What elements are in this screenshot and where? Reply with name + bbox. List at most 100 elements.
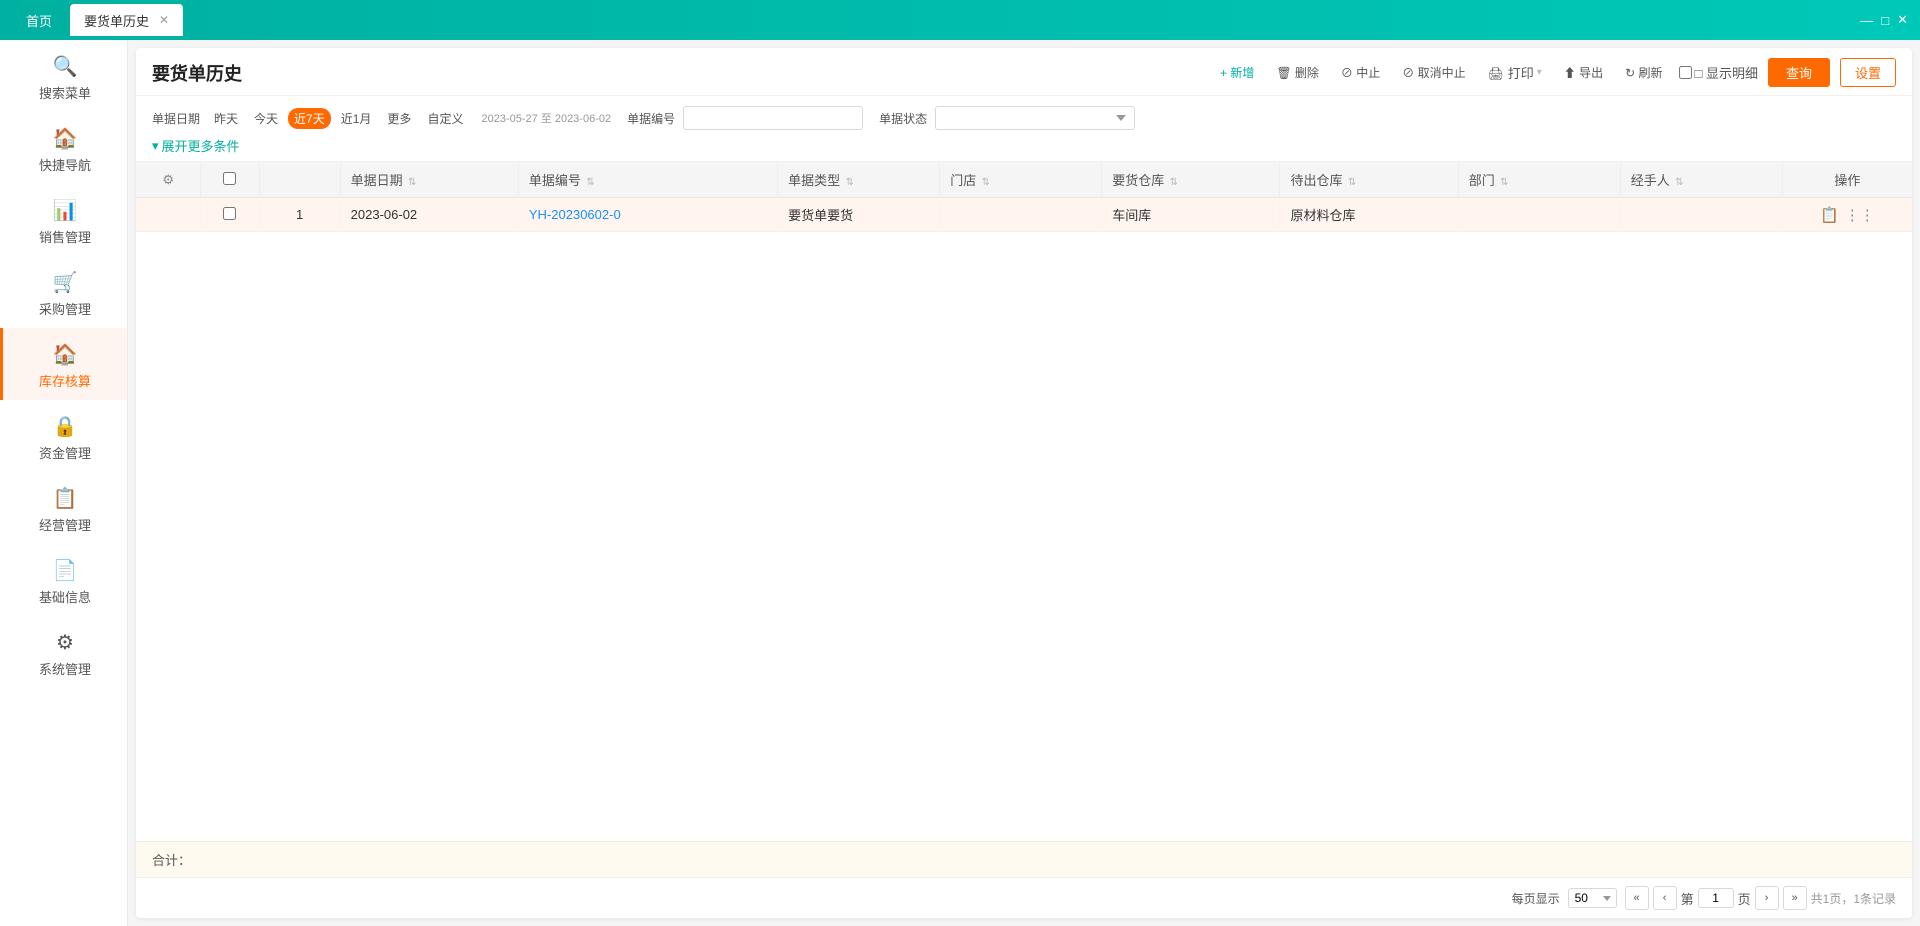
- doc-status-select[interactable]: [935, 106, 1135, 130]
- refresh-button[interactable]: ↻ 刷新: [1619, 60, 1668, 85]
- row-checkbox[interactable]: [223, 207, 236, 220]
- query-button[interactable]: 查询: [1768, 58, 1830, 87]
- tab-requisition-history[interactable]: 要货单历史 ✕: [70, 4, 183, 36]
- doc-status-filter-group: 单据状态: [879, 106, 1135, 130]
- date-yesterday-btn[interactable]: 昨天: [208, 108, 244, 129]
- store-col-label: 门店: [950, 173, 976, 188]
- print-button[interactable]: 🖨 打印 ▾: [1482, 59, 1548, 86]
- sidebar-item-finance-mgmt[interactable]: 🔒 资金管理: [0, 400, 127, 472]
- check-col-header: [201, 162, 259, 198]
- settings-button[interactable]: 设置: [1840, 58, 1896, 87]
- row-edit-icon[interactable]: 📋: [1820, 206, 1839, 224]
- date-custom-btn[interactable]: 自定义: [421, 108, 469, 129]
- delete-button[interactable]: 🗑 删除: [1270, 60, 1325, 85]
- sidebar-item-purchase-mgmt[interactable]: 🛒 采购管理: [0, 256, 127, 328]
- page-nav: « ‹ 第 页 › » 共1页，1条记录: [1625, 886, 1896, 910]
- tab-requisition-history-label: 要货单历史: [84, 11, 149, 30]
- sidebar-item-basic-info[interactable]: 📄 基础信息: [0, 544, 127, 616]
- row-handler-cell: [1620, 198, 1782, 232]
- row-dept-cell: [1458, 198, 1620, 232]
- sidebar-item-inventory[interactable]: 🏠 库存核算: [0, 328, 127, 400]
- first-page-button[interactable]: «: [1625, 886, 1649, 910]
- row-num-cell: 1: [259, 198, 340, 232]
- page-label: 页: [1738, 889, 1751, 908]
- date-today-btn[interactable]: 今天: [248, 108, 284, 129]
- store-sort-icon[interactable]: ⇅: [982, 177, 990, 188]
- search-menu-icon: 🔍: [53, 54, 78, 79]
- doc-number-input[interactable]: [683, 106, 863, 130]
- row-req-wh: 车间库: [1112, 208, 1151, 223]
- cancel-stop-button[interactable]: ⊘ 取消中止: [1396, 60, 1471, 85]
- handler-col-label: 经手人: [1631, 173, 1670, 188]
- req-wh-sort-icon[interactable]: ⇅: [1170, 177, 1178, 188]
- row-code-link[interactable]: YH-20230602-0: [529, 207, 621, 222]
- req-wh-col-header: 要货仓库 ⇅: [1102, 162, 1280, 198]
- doc-number-label: 单据编号: [627, 110, 675, 127]
- new-button[interactable]: + 新增: [1214, 60, 1260, 85]
- store-col-header: 门店 ⇅: [940, 162, 1102, 198]
- sidebar-item-operations-mgmt[interactable]: 📋 经营管理: [0, 472, 127, 544]
- page-size-select[interactable]: 20 50 100 200: [1568, 888, 1617, 908]
- code-col-header: 单据编号 ⇅: [518, 162, 777, 198]
- date-more-btn[interactable]: 更多: [381, 108, 417, 129]
- footer-summary: 合计：: [136, 841, 1912, 877]
- go-to-label: 第: [1681, 889, 1694, 908]
- row-wait-wh: 原材料仓库: [1290, 208, 1355, 223]
- page-title: 要货单历史: [152, 60, 242, 86]
- minimize-icon[interactable]: —: [1860, 13, 1873, 28]
- dept-sort-icon[interactable]: ⇅: [1500, 177, 1508, 188]
- last-page-button[interactable]: »: [1783, 886, 1807, 910]
- stop-button[interactable]: ⊘ 中止: [1335, 60, 1386, 85]
- system-mgmt-icon: ⚙: [56, 630, 74, 655]
- table-settings-icon[interactable]: ⚙: [162, 172, 174, 187]
- op-col-header: 操作: [1782, 162, 1912, 198]
- sidebar: 🔍 搜索菜单 🏠 快捷导航 📊 销售管理 🛒 采购管理 🏠 库存核算 🔒 资金管…: [0, 40, 128, 926]
- show-detail-button[interactable]: □ 显示明细: [1679, 63, 1758, 82]
- num-col-header: [259, 162, 340, 198]
- row-wait-wh-cell: 原材料仓库: [1280, 198, 1458, 232]
- basic-info-icon: 📄: [53, 558, 78, 583]
- page-header: 要货单历史 + 新增 🗑 删除 ⊘ 中止 ⊘ 取消中止 🖨 打印 ▾ ⬆ 导出 …: [136, 48, 1912, 96]
- sidebar-item-finance-mgmt-label: 资金管理: [39, 443, 91, 462]
- row-code-cell: YH-20230602-0: [518, 198, 777, 232]
- wait-wh-col-label: 待出仓库: [1290, 173, 1342, 188]
- sidebar-item-search-menu-label: 搜索菜单: [39, 83, 91, 102]
- total-info: 共1页，1条记录: [1811, 890, 1896, 907]
- select-all-checkbox[interactable]: [223, 172, 236, 185]
- row-date-cell: 2023-06-02: [340, 198, 518, 232]
- maximize-icon[interactable]: □: [1881, 13, 1889, 28]
- table-header: ⚙ 单据日期 ⇅ 单据编号 ⇅: [136, 162, 1912, 198]
- sidebar-item-search-menu[interactable]: 🔍 搜索菜单: [0, 40, 127, 112]
- sidebar-item-quick-nav[interactable]: 🏠 快捷导航: [0, 112, 127, 184]
- row-more-icon[interactable]: ⋮⋮: [1845, 206, 1875, 224]
- expand-more-button[interactable]: ▾ 展开更多条件: [152, 136, 1896, 155]
- type-col-label: 单据类型: [788, 173, 840, 188]
- handler-sort-icon[interactable]: ⇅: [1675, 177, 1683, 188]
- type-sort-icon[interactable]: ⇅: [846, 177, 854, 188]
- date-last-month-btn[interactable]: 近1月: [335, 108, 378, 129]
- print-chevron-icon: ▾: [1537, 67, 1542, 78]
- quick-nav-icon: 🏠: [53, 126, 78, 151]
- top-bar: 首页 要货单历史 ✕ — □ ✕: [0, 0, 1920, 40]
- date-sort-icon[interactable]: ⇅: [408, 177, 416, 188]
- prev-page-button[interactable]: ‹: [1653, 886, 1677, 910]
- sales-mgmt-icon: 📊: [53, 198, 78, 223]
- show-detail-checkbox[interactable]: [1679, 66, 1692, 79]
- data-table: ⚙ 单据日期 ⇅ 单据编号 ⇅: [136, 162, 1912, 232]
- wait-wh-sort-icon[interactable]: ⇅: [1348, 177, 1356, 188]
- page-number-input[interactable]: [1698, 888, 1734, 908]
- export-button[interactable]: ⬆ 导出: [1558, 60, 1609, 85]
- tab-home[interactable]: 首页: [12, 4, 66, 36]
- date-filter-group: 单据日期 昨天 今天 近7天 近1月 更多 自定义 2023-05-27 至 2…: [152, 108, 611, 129]
- date-last7days-btn[interactable]: 近7天: [288, 108, 331, 129]
- handler-col-header: 经手人 ⇅: [1620, 162, 1782, 198]
- sidebar-item-system-mgmt[interactable]: ⚙ 系统管理: [0, 616, 127, 688]
- close-window-icon[interactable]: ✕: [1897, 12, 1908, 28]
- sidebar-item-sales-mgmt[interactable]: 📊 销售管理: [0, 184, 127, 256]
- req-wh-col-label: 要货仓库: [1112, 173, 1164, 188]
- filter-area: 单据日期 昨天 今天 近7天 近1月 更多 自定义 2023-05-27 至 2…: [136, 96, 1912, 162]
- code-sort-icon[interactable]: ⇅: [586, 177, 594, 188]
- main-layout: 🔍 搜索菜单 🏠 快捷导航 📊 销售管理 🛒 采购管理 🏠 库存核算 🔒 资金管…: [0, 40, 1920, 926]
- next-page-button[interactable]: ›: [1755, 886, 1779, 910]
- close-tab-icon[interactable]: ✕: [159, 13, 169, 27]
